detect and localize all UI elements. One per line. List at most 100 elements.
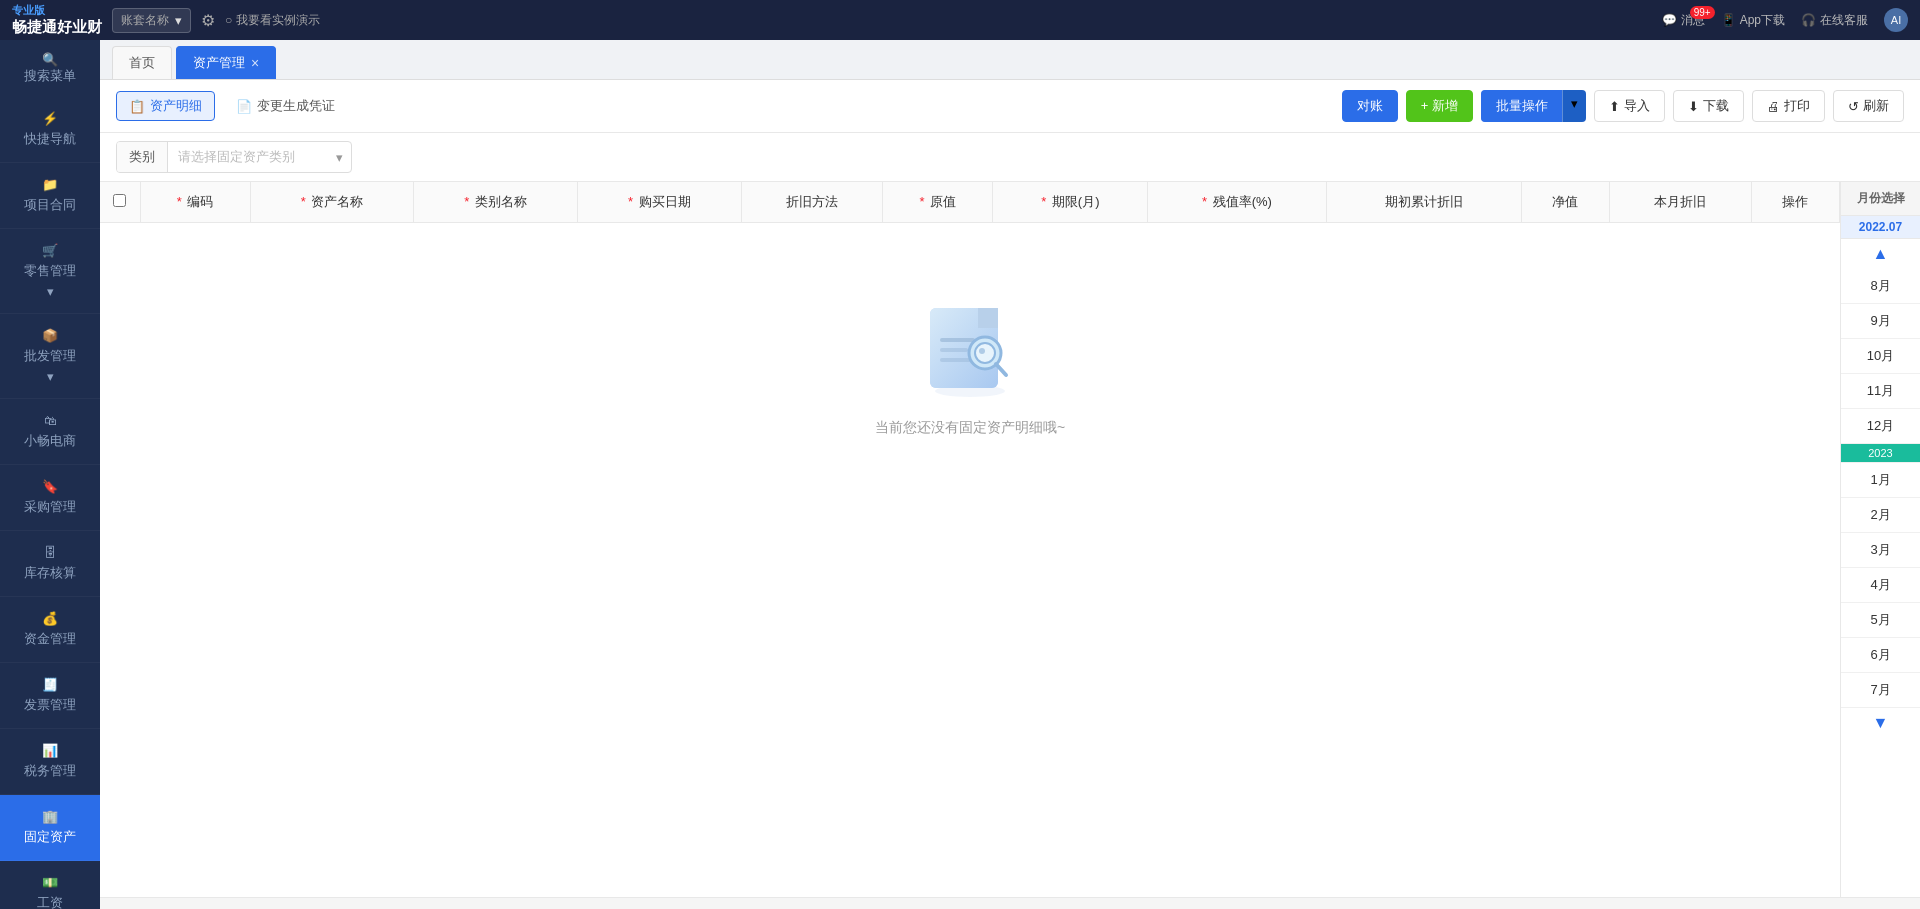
top-bar-right: 💬 消息 99+ 📱 App下载 🎧 在线客服 AI xyxy=(1662,8,1908,32)
download-button[interactable]: ⬇ 下载 xyxy=(1673,90,1744,122)
col-monthly-dep: 本月折旧 xyxy=(1609,182,1751,223)
sub-tab-voucher[interactable]: 📄 变更生成凭证 xyxy=(223,91,348,121)
bottom-scrollbar[interactable] xyxy=(100,897,1920,909)
month-item-4[interactable]: 4月 xyxy=(1841,568,1920,603)
project-icon: 📁 xyxy=(42,177,58,192)
chevron-down-icon: ▾ xyxy=(175,13,182,28)
refresh-label: 刷新 xyxy=(1863,97,1889,115)
col-purchase-date: * 购买日期 xyxy=(577,182,741,223)
select-all-checkbox[interactable] xyxy=(113,194,126,207)
sidebar-purchase-label: 采购管理 xyxy=(24,498,76,516)
tab-home[interactable]: 首页 xyxy=(112,46,172,79)
col-original-value: * 原值 xyxy=(883,182,993,223)
table-wrapper: * 编码 * 资产名称 * 类别名称 xyxy=(100,182,1840,897)
svg-rect-6 xyxy=(940,348,968,352)
month-item-1[interactable]: 1月 xyxy=(1841,463,1920,498)
sidebar-item-retail[interactable]: 🛒 零售管理 ▾ xyxy=(0,229,100,314)
settings-button[interactable]: ⚙ xyxy=(201,11,215,30)
ecommerce-icon: 🛍 xyxy=(44,413,57,428)
sidebar-item-nav[interactable]: ⚡ 快捷导航 xyxy=(0,97,100,163)
month-item-8[interactable]: 8月 xyxy=(1841,269,1920,304)
sidebar-item-purchase[interactable]: 🔖 采购管理 xyxy=(0,465,100,531)
month-nav-up[interactable]: ▲ xyxy=(1841,239,1920,269)
sidebar-retail-label: 零售管理 xyxy=(24,262,76,280)
batch-dropdown-arrow[interactable]: ▾ xyxy=(1562,90,1586,122)
col-net-value: 净值 xyxy=(1521,182,1609,223)
col-category-label: 类别名称 xyxy=(475,194,527,209)
demo-button[interactable]: ○ 我要看实例演示 xyxy=(225,12,320,29)
month-item-6[interactable]: 6月 xyxy=(1841,638,1920,673)
search-menu-label: 搜索菜单 xyxy=(8,67,92,85)
sidebar-item-wholesale[interactable]: 📦 批发管理 ▾ xyxy=(0,314,100,399)
sidebar-wholesale-label: 批发管理 xyxy=(24,347,76,365)
month-panel: 月份选择 2022.07 ▲ 8月 9月 10月 11月 12月 2023 1月… xyxy=(1840,182,1920,897)
empty-state: 当前您还没有固定资产明细哦~ xyxy=(100,223,1840,497)
col-period-label: 期限(月) xyxy=(1052,194,1100,209)
sidebar-item-finance[interactable]: 💰 资金管理 xyxy=(0,597,100,663)
checkbox-column xyxy=(100,182,140,223)
month-item-11[interactable]: 11月 xyxy=(1841,374,1920,409)
print-button[interactable]: 🖨 打印 xyxy=(1752,90,1825,122)
month-item-3[interactable]: 3月 xyxy=(1841,533,1920,568)
print-icon: 🖨 xyxy=(1767,99,1780,114)
category-filter[interactable]: 类别 请选择固定资产类别 ▾ xyxy=(116,141,352,173)
sidebar-item-project[interactable]: 📁 项目合同 xyxy=(0,163,100,229)
col-dep-method: 折旧方法 xyxy=(741,182,883,223)
detail-tab-label: 资产明细 xyxy=(150,97,202,115)
refresh-icon: ↺ xyxy=(1848,99,1859,114)
col-residual-rate-label: 残值率(%) xyxy=(1213,194,1272,209)
user-avatar[interactable]: AI xyxy=(1884,8,1908,32)
search-menu-button[interactable]: 🔍 搜索菜单 xyxy=(0,40,100,97)
add-label: + 新增 xyxy=(1421,97,1458,115)
month-item-9[interactable]: 9月 xyxy=(1841,304,1920,339)
month-item-7[interactable]: 7月 xyxy=(1841,673,1920,708)
import-button[interactable]: ⬆ 导入 xyxy=(1594,90,1665,122)
retail-icon: 🛒 xyxy=(42,243,58,258)
app-download-button[interactable]: 📱 App下载 xyxy=(1721,12,1785,29)
month-item-5[interactable]: 5月 xyxy=(1841,603,1920,638)
download-icon: ⬇ xyxy=(1688,99,1699,114)
batch-label: 批量操作 xyxy=(1496,97,1548,115)
sub-tab-detail[interactable]: 📋 资产明细 xyxy=(116,91,215,121)
demo-text: 我要看实例演示 xyxy=(236,12,320,29)
sidebar-invoice-label: 发票管理 xyxy=(24,696,76,714)
logo-subtitle: 专业版 xyxy=(12,3,102,18)
message-icon: 💬 xyxy=(1662,13,1677,27)
demo-icon: ○ xyxy=(225,13,232,27)
add-button[interactable]: + 新增 xyxy=(1406,90,1473,122)
sidebar: 🔍 搜索菜单 ⚡ 快捷导航 📁 项目合同 🛒 零售管理 ▾ 📦 批发管理 ▾ 🛍… xyxy=(0,40,100,909)
top-bar: 专业版 畅捷通好业财 账套名称 ▾ ⚙ ○ 我要看实例演示 💬 消息 99+ 📱… xyxy=(0,0,1920,40)
online-service-button[interactable]: 🎧 在线客服 xyxy=(1801,12,1868,29)
message-button[interactable]: 💬 消息 99+ xyxy=(1662,12,1705,29)
app-logo: 专业版 畅捷通好业财 xyxy=(12,3,102,37)
reconcile-button[interactable]: 对账 xyxy=(1342,90,1398,122)
selector-text: 账套名称 xyxy=(121,12,169,29)
sidebar-item-invoice[interactable]: 🧾 发票管理 xyxy=(0,663,100,729)
account-selector[interactable]: 账套名称 ▾ xyxy=(112,8,191,33)
batch-button[interactable]: 批量操作 xyxy=(1481,90,1562,122)
top-bar-left: 专业版 畅捷通好业财 账套名称 ▾ ⚙ ○ 我要看实例演示 xyxy=(12,3,320,37)
category-select-input[interactable]: 请选择固定资产类别 xyxy=(168,142,328,172)
sidebar-finance-label: 资金管理 xyxy=(24,630,76,648)
tab-asset-management[interactable]: 资产管理 × xyxy=(176,46,276,79)
refresh-button[interactable]: ↺ 刷新 xyxy=(1833,90,1904,122)
col-monthly-dep-label: 本月折旧 xyxy=(1654,194,1706,209)
sidebar-item-salary[interactable]: 💵 工资 xyxy=(0,861,100,909)
sidebar-item-inventory[interactable]: 🗄 库存核算 xyxy=(0,531,100,597)
sidebar-item-tax[interactable]: 📊 税务管理 xyxy=(0,729,100,795)
month-nav-down[interactable]: ▼ xyxy=(1841,708,1920,738)
sidebar-asset-label: 固定资产 xyxy=(24,828,76,846)
sidebar-item-asset[interactable]: 🏢 固定资产 xyxy=(0,795,100,861)
tab-close-button[interactable]: × xyxy=(251,56,259,70)
month-item-12[interactable]: 12月 xyxy=(1841,409,1920,444)
content-area: 首页 资产管理 × 📋 资产明细 📄 变更生成凭证 xyxy=(100,40,1920,909)
month-item-10[interactable]: 10月 xyxy=(1841,339,1920,374)
svg-point-11 xyxy=(979,348,985,354)
invoice-icon: 🧾 xyxy=(42,677,58,692)
svg-rect-5 xyxy=(940,338,975,342)
asset-icon: 🏢 xyxy=(42,809,58,824)
sidebar-item-ecommerce[interactable]: 🛍 小畅电商 xyxy=(0,399,100,465)
month-item-2[interactable]: 2月 xyxy=(1841,498,1920,533)
voucher-tab-label: 变更生成凭证 xyxy=(257,97,335,115)
svg-rect-7 xyxy=(940,358,972,362)
